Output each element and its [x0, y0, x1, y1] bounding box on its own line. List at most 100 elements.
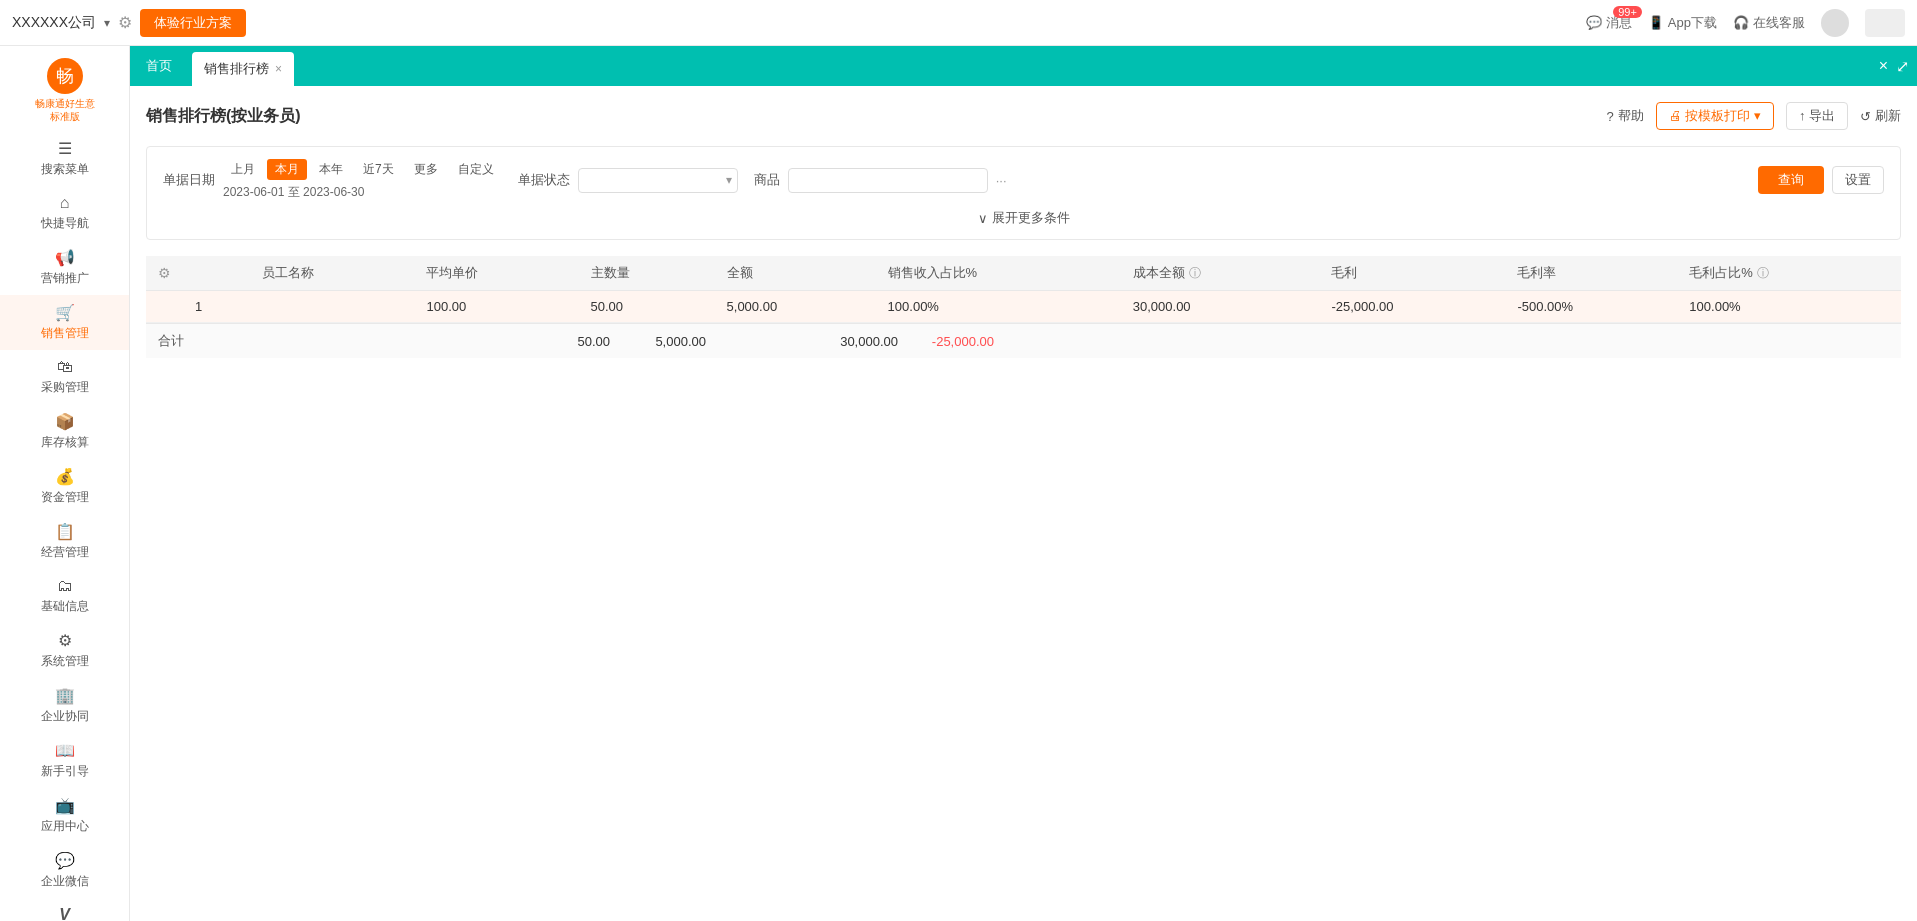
sidebar-item-quick-nav[interactable]: ⌂ 快捷导航 [0, 186, 129, 240]
sidebar-item-purchase[interactable]: 🛍 采购管理 [0, 350, 129, 404]
date-filter: 单据日期 上月 本月 本年 近7天 更多 自定义 20 [163, 159, 502, 201]
refresh-icon: ↺ [1860, 109, 1871, 124]
date-tab-more[interactable]: 更多 [406, 159, 446, 180]
date-tab-current-year[interactable]: 本年 [311, 159, 351, 180]
table-footer: 合计 50.00 5,000.00 30,000.00 -25,000.00 [146, 323, 1901, 358]
print-icon: 🖨 [1669, 108, 1682, 123]
content-area: 首页 销售排行榜 × × ⤢ 销售排行榜(按业务员) ? [130, 46, 1917, 921]
col-rank [183, 256, 250, 291]
sidebar-item-vip[interactable]: V 畅会员 [0, 898, 129, 921]
search-menu-icon: ☰ [58, 139, 72, 158]
help-button[interactable]: ? 帮助 [1606, 107, 1643, 125]
user-name-placeholder[interactable] [1865, 9, 1905, 37]
tab-close-icon[interactable]: × [275, 62, 282, 76]
tab-home[interactable]: 首页 [130, 46, 188, 86]
sidebar-label-search: 搜索菜单 [41, 161, 89, 178]
message-button[interactable]: 💬 消息 99+ [1586, 14, 1632, 32]
user-avatar[interactable] [1821, 9, 1849, 37]
sales-icon: 🛒 [55, 303, 75, 322]
sidebar-item-operations[interactable]: 📋 经营管理 [0, 514, 129, 569]
sidebar-label-purchase: 采购管理 [41, 379, 89, 396]
company-name: XXXXXX公司 [12, 14, 96, 32]
row-sales-pct: 100.00% [876, 291, 1121, 323]
sidebar-item-app-center[interactable]: 📺 应用中心 [0, 788, 129, 843]
col-settings: ⚙ [146, 256, 183, 291]
sidebar-item-finance[interactable]: 💰 资金管理 [0, 459, 129, 514]
expand-conditions: ∨ 展开更多条件 [163, 201, 1884, 227]
topbar-gear-icon[interactable]: ⚙ [118, 13, 132, 32]
sidebar-item-sales[interactable]: 🛒 销售管理 [0, 295, 129, 350]
refresh-button[interactable]: ↺ 刷新 [1860, 107, 1901, 125]
sidebar-item-basic-info[interactable]: 🗂 基础信息 [0, 569, 129, 623]
print-label: 按模板打印 [1685, 108, 1750, 123]
print-button[interactable]: 🖨 按模板打印 ▾ [1656, 102, 1774, 130]
sidebar-item-inventory[interactable]: 📦 库存核算 [0, 404, 129, 459]
page-content: 销售排行榜(按业务员) ? 帮助 🖨 按模板打印 ▾ ↑ [130, 86, 1917, 921]
export-button[interactable]: ↑ 导出 [1786, 102, 1848, 130]
goods-filter-label: 商品 [754, 171, 780, 189]
basic-info-icon: 🗂 [57, 577, 73, 595]
finance-icon: 💰 [55, 467, 75, 486]
top-bar-right: 💬 消息 99+ 📱 App下载 🎧 在线客服 [1586, 9, 1905, 37]
col-sales-pct: 销售收入占比% [876, 256, 1121, 291]
cost-info-icon[interactable]: ⓘ [1189, 266, 1201, 280]
data-table: ⚙ 员工名称 平均单价 主数量 全额 销售收入占比% 成本全额ⓘ [146, 256, 1901, 323]
date-tab-custom[interactable]: 自定义 [450, 159, 502, 180]
refresh-label: 刷新 [1875, 107, 1901, 125]
tab-window-close[interactable]: × [1879, 57, 1888, 75]
expand-conditions-button[interactable]: ∨ 展开更多条件 [978, 209, 1070, 227]
headset-icon: 🎧 [1733, 15, 1749, 30]
settings-button[interactable]: 设置 [1832, 166, 1884, 194]
col-qty: 主数量 [579, 256, 715, 291]
marketing-icon: 📢 [55, 248, 75, 267]
date-tab-last-month[interactable]: 上月 [223, 159, 263, 180]
page-title: 销售排行榜(按业务员) [146, 106, 301, 127]
footer-cost: 30,000.00 [818, 334, 898, 349]
status-filter-label: 单据状态 [518, 171, 570, 189]
sidebar-item-guide[interactable]: 📖 新手引导 [0, 733, 129, 788]
profit-pct-info-icon[interactable]: ⓘ [1757, 266, 1769, 280]
col-profit: 毛利 [1319, 256, 1505, 291]
row-qty: 50.00 [579, 291, 715, 323]
status-filter: 单据状态 ▾ [518, 168, 738, 193]
print-dropdown-icon: ▾ [1754, 108, 1761, 123]
date-range: 2023-06-01 至 2023-06-30 [223, 184, 502, 201]
home-icon: ⌂ [60, 194, 70, 212]
row-name [250, 291, 414, 323]
phone-icon: 📱 [1648, 15, 1664, 30]
tab-sales-ranking[interactable]: 销售排行榜 × [192, 52, 294, 86]
app-download-button[interactable]: 📱 App下载 [1648, 14, 1717, 32]
footer-profit: -25,000.00 [914, 334, 994, 349]
page-header: 销售排行榜(按业务员) ? 帮助 🖨 按模板打印 ▾ ↑ [146, 102, 1901, 130]
query-button[interactable]: 查询 [1758, 166, 1824, 194]
online-service-button[interactable]: 🎧 在线客服 [1733, 14, 1805, 32]
company-dropdown[interactable]: ▾ [104, 16, 110, 30]
sidebar-item-marketing[interactable]: 📢 营销推广 [0, 240, 129, 295]
export-icon: ↑ [1799, 108, 1806, 123]
date-tab-current-month[interactable]: 本月 [267, 159, 307, 180]
sidebar-item-enterprise[interactable]: 🏢 企业协同 [0, 678, 129, 733]
footer-qty: 50.00 [530, 334, 610, 349]
sidebar-item-wechat[interactable]: 💬 企业微信 [0, 843, 129, 898]
status-select[interactable] [578, 168, 738, 193]
logo-text: 畅康通好生意标准版 [35, 97, 95, 123]
top-bar: XXXXXX公司 ▾ ⚙ 体验行业方案 💬 消息 99+ 📱 App下载 🎧 在… [0, 0, 1917, 46]
sidebar-label-sales: 销售管理 [41, 325, 89, 342]
tab-bar: 首页 销售排行榜 × × ⤢ [130, 46, 1917, 86]
row-profit: -25,000.00 [1319, 291, 1505, 323]
row-settings [146, 291, 183, 323]
date-tab-7days[interactable]: 近7天 [355, 159, 402, 180]
sidebar-item-system[interactable]: ⚙ 系统管理 [0, 623, 129, 678]
goods-filter: 商品 ··· [754, 168, 1007, 193]
trial-button[interactable]: 体验行业方案 [140, 9, 246, 37]
help-label: 帮助 [1618, 107, 1644, 125]
message-badge: 99+ [1613, 6, 1642, 18]
goods-more-icon[interactable]: ··· [996, 173, 1007, 188]
top-bar-left: XXXXXX公司 ▾ ⚙ 体验行业方案 [12, 9, 1586, 37]
goods-input[interactable] [788, 168, 988, 193]
tab-window-expand[interactable]: ⤢ [1896, 57, 1909, 76]
filter-area: 单据日期 上月 本月 本年 近7天 更多 自定义 20 [146, 146, 1901, 240]
table-settings-icon[interactable]: ⚙ [158, 265, 171, 281]
sidebar-item-search[interactable]: ☰ 搜索菜单 [0, 131, 129, 186]
tab-label-sales-ranking: 销售排行榜 [204, 60, 269, 78]
